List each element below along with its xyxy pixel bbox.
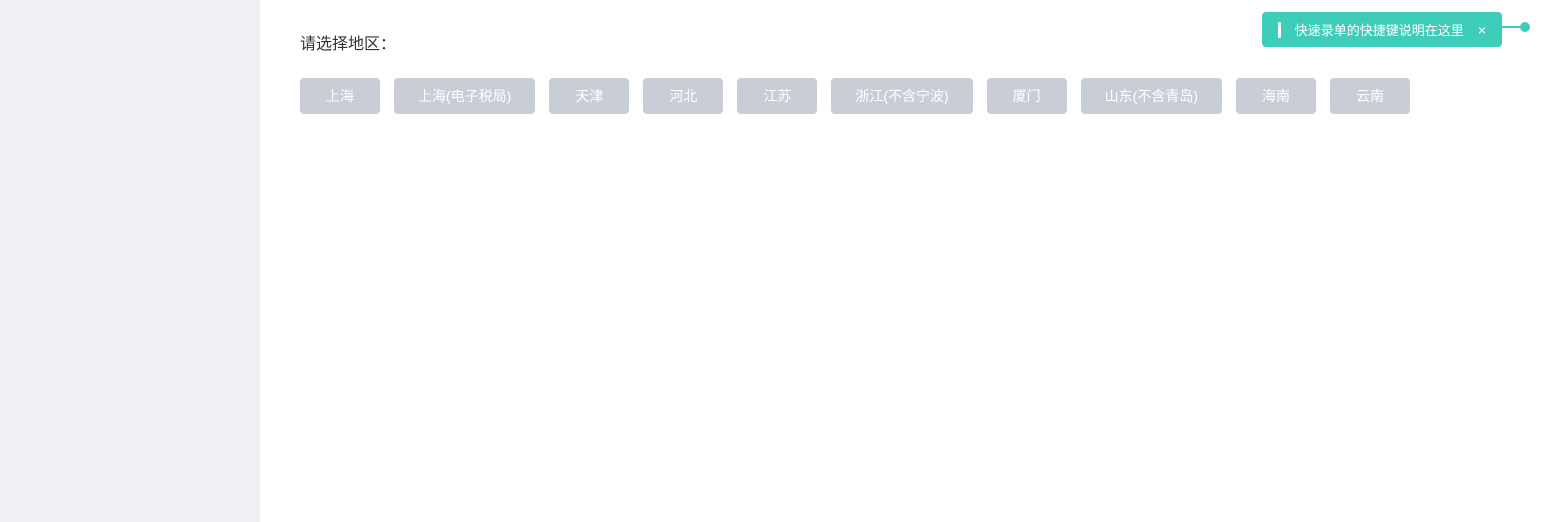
region-btn-shanghai-etax[interactable]: 上海(电子税局) xyxy=(394,78,535,114)
tooltip-connector-dot xyxy=(1520,22,1530,32)
region-btn-hainan[interactable]: 海南 xyxy=(1236,78,1316,114)
region-btn-tianjin[interactable]: 天津 xyxy=(549,78,629,114)
tooltip-text: 快速录单的快捷键说明在这里 xyxy=(1295,20,1464,39)
region-btn-xiamen[interactable]: 厦门 xyxy=(987,78,1067,114)
main-content: 请选择地区： 上海上海(电子税局)天津河北江苏浙江(不含宁波)厦门山东(不含青岛… xyxy=(260,0,1562,522)
tooltip-banner: 快速录单的快捷键说明在这里 × xyxy=(1262,12,1502,47)
region-buttons-container: 上海上海(电子税局) 天津河北江苏浙江(不含宁波) 厦门山东(不含青岛) 海南云南 xyxy=(300,78,1522,114)
left-sidebar xyxy=(0,0,260,522)
tooltip-connector-line xyxy=(1500,26,1520,28)
tooltip-close-button[interactable]: × xyxy=(1478,22,1486,38)
region-btn-shanghai[interactable]: 上海 xyxy=(300,78,380,114)
region-btn-zhejiang[interactable]: 浙江(不含宁波) xyxy=(831,78,972,114)
region-btn-shandong[interactable]: 山东(不含青岛) xyxy=(1081,78,1222,114)
region-btn-yunnan[interactable]: 云南 xyxy=(1330,78,1410,114)
region-btn-jiangsu[interactable]: 江苏 xyxy=(737,78,817,114)
region-btn-hebei[interactable]: 河北 xyxy=(643,78,723,114)
